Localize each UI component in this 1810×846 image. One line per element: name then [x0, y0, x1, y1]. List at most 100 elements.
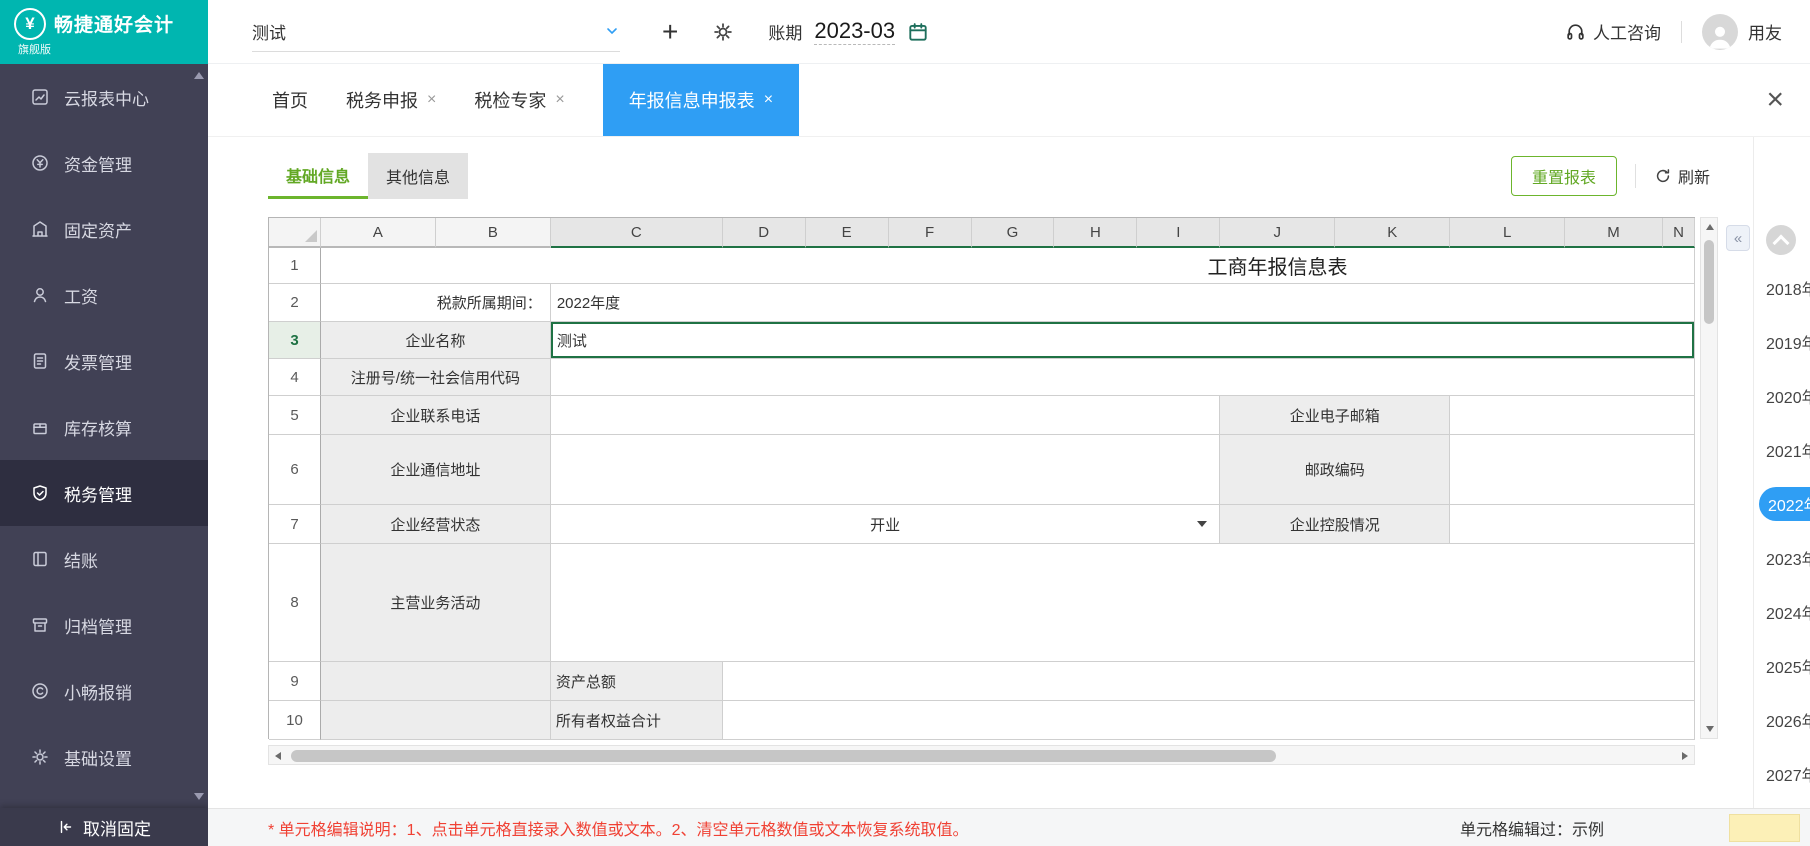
year-item-2024[interactable]: 2024年 — [1754, 595, 1810, 629]
year-panel-scroll-up-button[interactable] — [1766, 225, 1796, 255]
cell-postcode-label[interactable]: 邮政编码 — [1220, 435, 1451, 505]
tab-tax-filing[interactable]: 税务申报 × — [346, 64, 436, 136]
sidebar-item-tax[interactable]: 税务管理 — [0, 460, 208, 526]
cell-company-name-value[interactable]: 测试 — [550, 322, 1696, 359]
row-header-3[interactable]: 3 — [269, 322, 321, 359]
gear-icon[interactable] — [712, 21, 734, 43]
col-header-e[interactable]: E — [805, 218, 889, 248]
col-header-l[interactable]: L — [1450, 218, 1566, 248]
subtab-basic-info[interactable]: 基础信息 — [268, 153, 368, 199]
year-item-2021[interactable]: 2021年 — [1754, 433, 1810, 467]
sidebar-item-cloud-reports[interactable]: 云报表中心 — [0, 64, 208, 130]
sidebar-item-inventory[interactable]: 库存核算 — [0, 394, 208, 460]
username[interactable]: 用友 — [1748, 19, 1782, 44]
calendar-icon[interactable] — [907, 21, 929, 43]
avatar[interactable] — [1702, 13, 1738, 50]
vertical-scrollbar-thumb[interactable] — [1704, 240, 1714, 324]
scroll-down-icon[interactable] — [1706, 726, 1714, 732]
close-icon[interactable]: × — [427, 91, 436, 109]
col-header-b[interactable]: B — [435, 218, 551, 248]
cell-phone-value[interactable] — [550, 396, 1221, 435]
tab-home[interactable]: 首页 — [272, 64, 308, 136]
cell-status-value[interactable]: 开业 — [550, 505, 1221, 544]
tab-tax-expert[interactable]: 税检专家 × — [474, 64, 564, 136]
year-item-2023[interactable]: 2023年 — [1754, 541, 1810, 575]
subtab-other-info[interactable]: 其他信息 — [368, 153, 468, 199]
year-item-2018[interactable]: 2018年 — [1754, 271, 1810, 305]
sidebar-scroll-up-icon[interactable] — [194, 72, 204, 79]
row-header-5[interactable]: 5 — [269, 396, 321, 435]
horizontal-scrollbar-thumb[interactable] — [291, 750, 1276, 762]
close-icon[interactable]: × — [764, 91, 773, 109]
cell-phone-label[interactable]: 企业联系电话 — [320, 396, 551, 435]
cell-email-value[interactable] — [1450, 396, 1696, 435]
row-header-9[interactable]: 9 — [269, 662, 321, 701]
col-header-c[interactable]: C — [550, 218, 723, 248]
collapse-year-panel-button[interactable]: « — [1726, 225, 1750, 251]
scroll-right-icon[interactable] — [1682, 752, 1688, 760]
close-icon[interactable]: × — [555, 91, 564, 109]
cell-period-value[interactable]: 2022年度 — [550, 284, 1695, 322]
col-header-m[interactable]: M — [1565, 218, 1664, 248]
row-header-4[interactable]: 4 — [269, 359, 321, 396]
cell-address-value[interactable] — [550, 435, 1221, 505]
select-all-corner[interactable] — [269, 218, 321, 248]
sidebar-item-reimburse[interactable]: 小畅报销 — [0, 658, 208, 724]
year-item-2027[interactable]: 2027年 — [1754, 757, 1810, 791]
scroll-left-icon[interactable] — [275, 752, 281, 760]
unpin-sidebar-button[interactable]: 取消固定 — [0, 808, 208, 846]
horizontal-scrollbar[interactable] — [268, 745, 1695, 765]
year-item-2020[interactable]: 2020年 — [1754, 379, 1810, 413]
col-header-f[interactable]: F — [888, 218, 972, 248]
row-header-2[interactable]: 2 — [269, 284, 321, 322]
year-item-2026[interactable]: 2026年 — [1754, 703, 1810, 737]
company-select[interactable]: 测试 — [252, 12, 620, 52]
support-button[interactable]: 人工咨询 — [1565, 19, 1661, 44]
sidebar-item-archive[interactable]: 归档管理 — [0, 592, 208, 658]
col-header-k[interactable]: K — [1335, 218, 1451, 248]
col-header-i[interactable]: I — [1137, 218, 1221, 248]
sidebar-scroll-down-icon[interactable] — [194, 793, 204, 800]
col-header-j[interactable]: J — [1220, 218, 1336, 248]
year-item-2025[interactable]: 2025年 — [1754, 649, 1810, 683]
sidebar-item-settings[interactable]: 基础设置 — [0, 724, 208, 790]
tab-annual-report-form[interactable]: 年报信息申报表 × — [602, 64, 800, 136]
add-account-button[interactable]: + — [662, 17, 678, 46]
cell-equity-value[interactable] — [722, 701, 1695, 740]
dropdown-arrow-icon[interactable] — [1197, 521, 1208, 527]
cell-equity-label[interactable]: 所有者权益合计 — [550, 701, 723, 740]
cell-company-name-label[interactable]: 企业名称 — [320, 322, 551, 359]
year-item-2022-selected[interactable]: 2022年 — [1759, 487, 1810, 521]
col-header-g[interactable]: G — [971, 218, 1055, 248]
cell-equity-spacer[interactable] — [320, 701, 551, 740]
sidebar-item-salary[interactable]: 工资 — [0, 262, 208, 328]
cell-business-label[interactable]: 主营业务活动 — [320, 544, 551, 662]
refresh-button[interactable]: 刷新 — [1654, 164, 1710, 188]
cell-reg-code-label[interactable]: 注册号/统一社会信用代码 — [320, 359, 551, 396]
cell-holding-value[interactable] — [1450, 505, 1696, 544]
sidebar-item-closing[interactable]: 结账 — [0, 526, 208, 592]
cell-period-label[interactable]: 税款所属期间： — [320, 284, 551, 322]
row-header-7[interactable]: 7 — [269, 505, 321, 544]
row-header-6[interactable]: 6 — [269, 435, 321, 505]
cell-status-label[interactable]: 企业经营状态 — [320, 505, 551, 544]
row-header-1[interactable]: 1 — [269, 248, 321, 284]
close-all-icon[interactable]: × — [1766, 85, 1784, 115]
sidebar-item-fixed-assets[interactable]: 固定资产 — [0, 196, 208, 262]
row-header-10[interactable]: 10 — [269, 701, 321, 740]
period-value[interactable]: 2023-03 — [814, 18, 896, 46]
col-header-d[interactable]: D — [722, 218, 806, 248]
cell-business-value[interactable] — [550, 544, 1696, 662]
brand-logo[interactable]: ¥ 畅捷通好会计 旗舰版 — [0, 0, 208, 64]
cell-holding-label[interactable]: 企业控股情况 — [1220, 505, 1451, 544]
row-header-8[interactable]: 8 — [269, 544, 321, 662]
cell-address-label[interactable]: 企业通信地址 — [320, 435, 551, 505]
vertical-scrollbar[interactable] — [1700, 217, 1718, 739]
year-item-2019[interactable]: 2019年 — [1754, 325, 1810, 359]
col-header-a[interactable]: A — [320, 218, 436, 248]
sidebar-item-funds[interactable]: 资金管理 — [0, 130, 208, 196]
cell-assets-value[interactable] — [722, 662, 1695, 701]
col-header-n[interactable]: N — [1663, 218, 1695, 248]
cell-title[interactable]: 工商年报信息表 — [320, 248, 1695, 284]
cell-assets-spacer[interactable] — [320, 662, 551, 701]
